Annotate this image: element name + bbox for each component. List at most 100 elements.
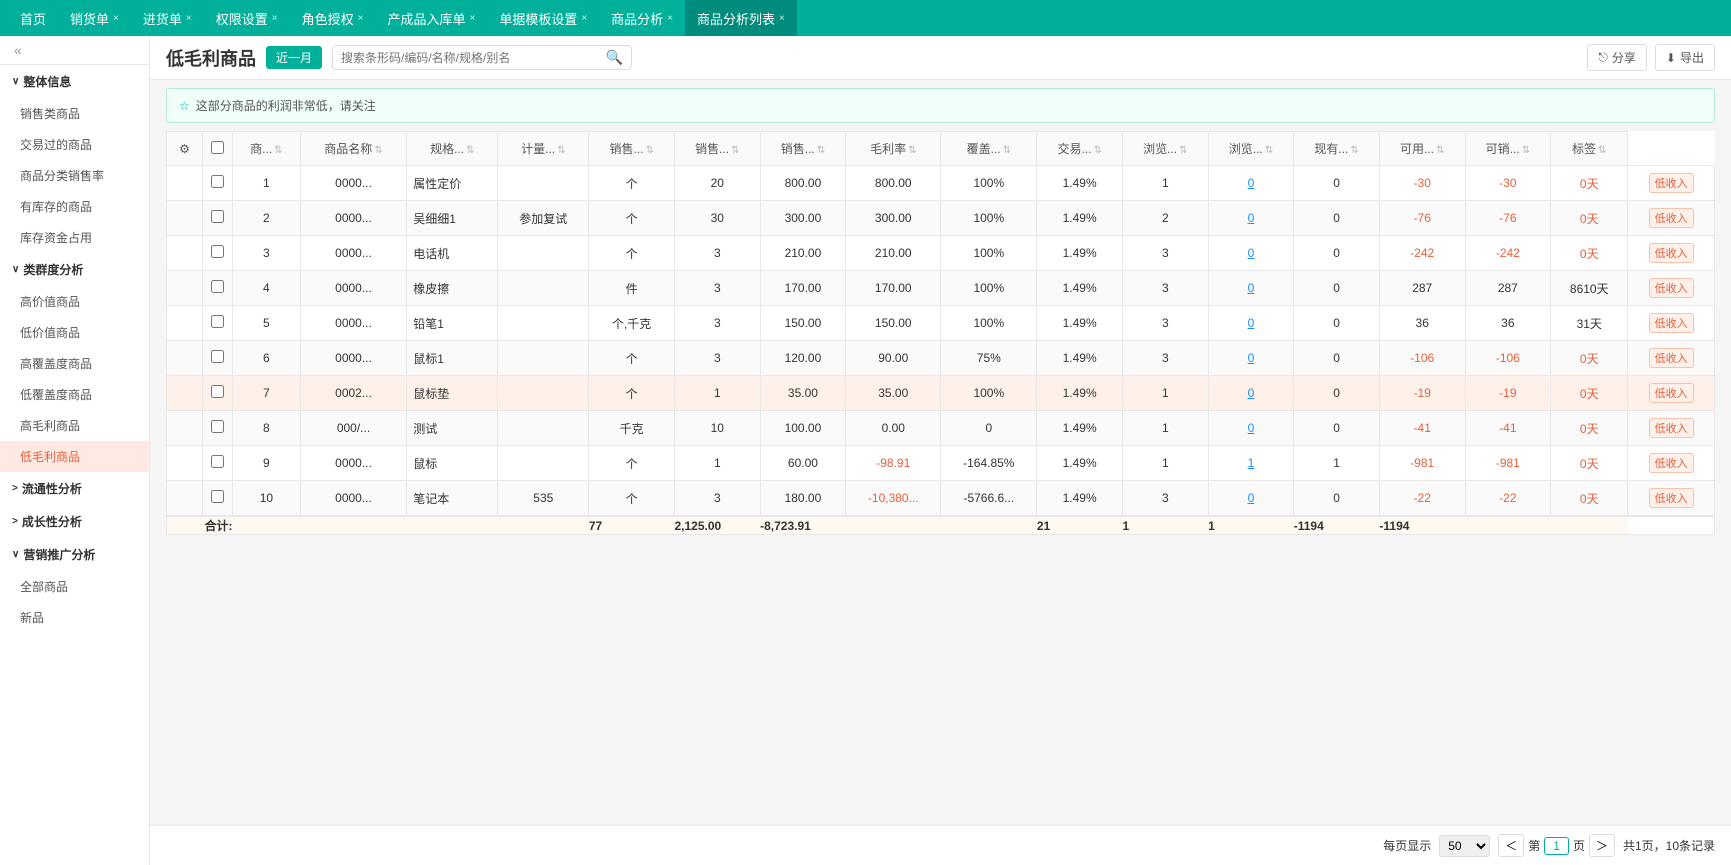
sidebar-group-cluster[interactable]: ∨ 类群度分析 [0,253,149,286]
row-select-checkbox[interactable] [211,245,224,258]
col-tag[interactable]: 标签⇅ [1551,132,1628,166]
col-browse2[interactable]: 浏览...⇅ [1208,132,1294,166]
sidebar-item-stock-capital[interactable]: 库存资金占用 [0,222,149,253]
nav-home[interactable]: 首页 [8,0,58,36]
row-select-checkbox[interactable] [211,385,224,398]
col-sales-qty[interactable]: 销售...⇅ [589,132,675,166]
col-transaction[interactable]: 交易...⇅ [1037,132,1123,166]
row-checkbox[interactable] [203,201,233,236]
next-page-button[interactable]: ＞ [1589,834,1615,857]
col-current-stock[interactable]: 现有...⇅ [1294,132,1380,166]
row-browse1[interactable]: 1 [1208,446,1294,481]
close-sales-order-icon[interactable]: × [113,13,119,24]
col-saleable[interactable]: 可销...⇅ [1465,132,1551,166]
row-checkbox[interactable] [203,481,233,517]
sidebar-item-new-products[interactable]: 新品 [0,602,149,633]
row-browse1[interactable]: 0 [1208,376,1294,411]
col-name[interactable]: 商品名称⇅ [300,132,407,166]
close-roles-icon[interactable]: × [358,13,364,24]
row-checkbox[interactable] [203,376,233,411]
row-checkbox[interactable] [203,446,233,481]
row-checkbox[interactable] [203,166,233,201]
row-available: -41 [1465,411,1551,446]
row-browse1[interactable]: 0 [1208,201,1294,236]
prev-page-button[interactable]: ＜ [1498,834,1524,857]
row-select-checkbox[interactable] [211,175,224,188]
row-browse1[interactable]: 0 [1208,166,1294,201]
sidebar-item-low-value[interactable]: 低价值商品 [0,317,149,348]
row-browse1[interactable]: 0 [1208,306,1294,341]
sidebar-group-liquidity[interactable]: > 流通性分析 [0,472,149,505]
sidebar-group-marketing[interactable]: ∨ 营销推广分析 [0,538,149,571]
col-browse1[interactable]: 浏览...⇅ [1122,132,1208,166]
sidebar-item-low-margin[interactable]: 低毛利商品 [0,441,149,472]
row-checkbox[interactable] [203,271,233,306]
period-button[interactable]: 近一月 [266,46,322,69]
search-icon[interactable]: 🔍 [606,49,623,66]
row-browse1[interactable]: 0 [1208,236,1294,271]
row-select-checkbox[interactable] [211,315,224,328]
row-browse1[interactable]: 0 [1208,481,1294,517]
col-sales-price[interactable]: 销售...⇅ [674,132,760,166]
nav-product-analysis[interactable]: 商品分析 × [599,0,685,36]
row-available: -242 [1465,236,1551,271]
export-button[interactable]: ⬇ 导出 [1655,44,1715,71]
sidebar-item-low-coverage[interactable]: 低覆盖度商品 [0,379,149,410]
nav-roles[interactable]: 角色授权 × [290,0,376,36]
row-checkbox[interactable] [203,306,233,341]
sidebar-item-category-sales-rate[interactable]: 商品分类销售率 [0,160,149,191]
col-checkbox[interactable] [203,132,233,166]
row-checkbox[interactable] [203,411,233,446]
col-setting[interactable]: ⚙ [167,132,203,166]
sidebar-item-in-stock[interactable]: 有库存的商品 [0,191,149,222]
col-unit[interactable]: 计量...⇅ [498,132,589,166]
sidebar-item-traded-products[interactable]: 交易过的商品 [0,129,149,160]
row-select-checkbox[interactable] [211,455,224,468]
search-input[interactable] [341,51,606,65]
nav-product-inbound[interactable]: 产成品入库单 × [375,0,487,36]
col-code[interactable]: 商...⇅ [233,132,301,166]
col-coverage[interactable]: 覆盖...⇅ [941,132,1037,166]
nav-template-settings[interactable]: 单据模板设置 × [487,0,599,36]
sidebar-item-high-value[interactable]: 高价值商品 [0,286,149,317]
sidebar-item-all-products[interactable]: 全部商品 [0,571,149,602]
sidebar-item-high-coverage[interactable]: 高覆盖度商品 [0,348,149,379]
share-button[interactable]: ⎋ 分享 [1587,44,1647,71]
sidebar-item-high-margin[interactable]: 高毛利商品 [0,410,149,441]
row-setting [167,376,203,411]
sidebar-collapse-btn[interactable]: « [8,42,28,58]
row-browse1[interactable]: 0 [1208,271,1294,306]
row-select-checkbox[interactable] [211,280,224,293]
sidebar-group-growth[interactable]: > 成长性分析 [0,505,149,538]
row-select-checkbox[interactable] [211,490,224,503]
select-all-checkbox[interactable] [211,141,224,154]
close-product-analysis-icon[interactable]: × [667,13,673,24]
row-gross-margin: 100% [941,376,1037,411]
close-purchase-order-icon[interactable]: × [186,13,192,24]
col-gross-margin[interactable]: 毛利率⇅ [846,132,941,166]
row-sales-qty: 3 [674,271,760,306]
nav-product-analysis-list[interactable]: 商品分析列表 × [685,0,797,36]
row-sales-price: 170.00 [760,271,846,306]
col-sales-profit[interactable]: 销售...⇅ [760,132,846,166]
sidebar-group-general[interactable]: ∨ 整体信息 [0,65,149,98]
col-available[interactable]: 可用...⇅ [1379,132,1465,166]
row-select-checkbox[interactable] [211,350,224,363]
row-browse1[interactable]: 0 [1208,411,1294,446]
nav-permissions[interactable]: 权限设置 × [204,0,290,36]
per-page-select[interactable]: 50 100 [1439,835,1490,857]
close-product-inbound-icon[interactable]: × [469,13,475,24]
close-analysis-list-icon[interactable]: × [779,13,785,24]
row-select-checkbox[interactable] [211,420,224,433]
row-checkbox[interactable] [203,341,233,376]
row-select-checkbox[interactable] [211,210,224,223]
row-sales-price: 180.00 [760,481,846,517]
nav-sales-order[interactable]: 销货单 × [58,0,131,36]
sidebar-item-sales-products[interactable]: 销售类商品 [0,98,149,129]
col-spec[interactable]: 规格...⇅ [407,132,498,166]
row-checkbox[interactable] [203,236,233,271]
nav-purchase-order[interactable]: 进货单 × [131,0,204,36]
close-permissions-icon[interactable]: × [272,13,278,24]
close-template-settings-icon[interactable]: × [581,13,587,24]
row-browse1[interactable]: 0 [1208,341,1294,376]
